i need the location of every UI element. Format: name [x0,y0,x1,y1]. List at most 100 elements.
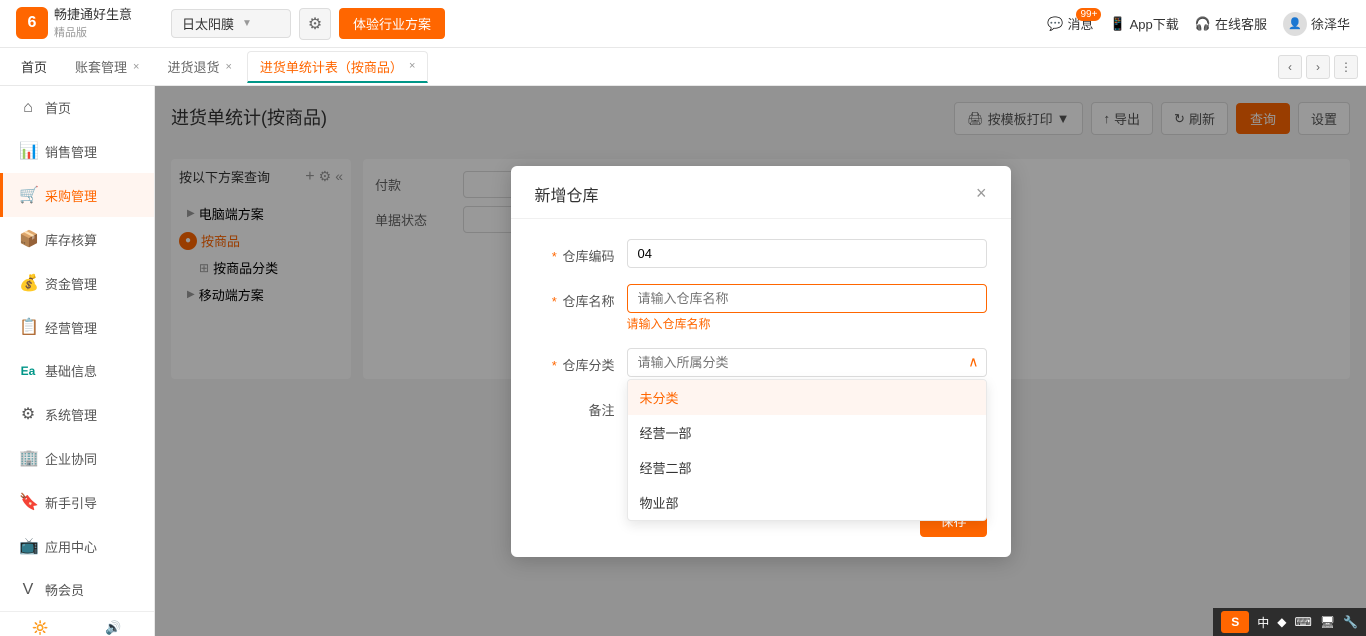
sidebar-item-basic[interactable]: Ea 基础信息 [0,349,154,392]
home-icon: ⌂ [19,99,37,117]
message-icon: 💬 [1047,16,1063,32]
tab-purchase-return-close[interactable]: × [225,61,231,73]
sidebar-item-system-label: 系统管理 [45,405,97,424]
sidebar-item-finance-label: 资金管理 [45,274,97,293]
dropdown-item-dept1[interactable]: 经营一部 [628,415,986,450]
category-label: * 仓库分类 [535,348,615,374]
category-form-row: * 仓库分类 ∧ 未分类 经营一部 经营二部 物业部 [535,348,987,377]
tab-account[interactable]: 账套管理 × [62,51,152,83]
name-label: * 仓库名称 [535,284,615,310]
sidebar-item-sales[interactable]: 📊 销售管理 [0,129,154,173]
settings-button[interactable]: ⚙ [299,8,331,40]
tab-purchase-stats-close[interactable]: × [409,60,415,72]
logo-text: 畅捷通好生意 精品版 [54,7,132,40]
taskbar-tools[interactable]: 🔧 [1343,615,1358,629]
modal-title: 新增仓库 [535,182,599,206]
appstore-icon: 📺 [19,536,37,556]
tab-menu-btn[interactable]: ⋮ [1334,55,1358,79]
store-dropdown-arrow: ▼ [242,18,252,29]
trial-button[interactable]: 体验行业方案 [339,8,445,39]
volume-btn[interactable]: 🔊 [81,620,146,636]
code-input[interactable] [627,239,987,268]
name-form-row: * 仓库名称 请输入仓库名称 [535,284,987,332]
sales-icon: 📊 [19,141,37,161]
tab-home-label: 首页 [21,57,47,76]
tab-left-btn[interactable]: ‹ [1278,55,1302,79]
tab-purchase-stats-label: 进货单统计表（按商品） [260,57,403,76]
tab-right-btn[interactable]: › [1306,55,1330,79]
modal-header: 新增仓库 × [511,166,1011,219]
header-middle: 日太阳膜 ▼ ⚙ 体验行业方案 [171,8,1047,40]
sidebar-item-finance[interactable]: 💰 资金管理 [0,261,154,305]
sidebar-item-guide-label: 新手引导 [45,493,97,512]
basic-icon: Ea [19,364,37,378]
content-area: 进货单统计(按商品) 🖨 按模板打印 ▼ ↑ 导出 ↻ 刷新 查询 设置 [155,86,1366,636]
sidebar-item-inventory[interactable]: 📦 库存核算 [0,217,154,261]
tab-purchase-return-label: 进货退货 [167,57,219,76]
operations-icon: 📋 [19,317,37,337]
taskbar-monitor[interactable]: 🖥 [1320,615,1335,629]
tab-home[interactable]: 首页 [8,51,60,83]
sidebar-item-enterprise[interactable]: 🏢 企业协同 [0,436,154,480]
tab-controls: ‹ › ⋮ [1278,55,1358,79]
tab-purchase-stats[interactable]: 进货单统计表（按商品） × [247,51,428,83]
modal-overlay[interactable]: 新增仓库 × * 仓库编码 [155,86,1366,636]
main-layout: ⌂ 首页 📊 销售管理 🛒 采购管理 📦 库存核算 💰 资金管理 📋 经营管理 … [0,86,1366,636]
headset-icon: 🎧 [1195,16,1211,32]
sidebar-item-home-label: 首页 [45,98,71,117]
category-input[interactable] [627,348,987,377]
taskbar-zh[interactable]: 中 [1257,614,1269,631]
phone-icon: 📱 [1109,16,1125,32]
sidebar-item-vip-label: 畅会员 [45,580,84,599]
dropdown-item-dept2[interactable]: 经营二部 [628,450,986,485]
enterprise-icon: 🏢 [19,448,37,468]
sidebar-item-vip[interactable]: V 畅会员 [0,568,154,611]
sidebar-item-purchase-label: 采购管理 [45,186,97,205]
store-selector[interactable]: 日太阳膜 ▼ [171,9,291,38]
modal-new-warehouse: 新增仓库 × * 仓库编码 [511,166,1011,557]
code-form-row: * 仓库编码 [535,239,987,268]
sidebar-item-operations[interactable]: 📋 经营管理 [0,305,154,349]
tab-purchase-return[interactable]: 进货退货 × [154,51,244,83]
category-input-wrapper: ∧ 未分类 经营一部 经营二部 物业部 [627,348,987,377]
name-input[interactable] [627,284,987,313]
code-label: * 仓库编码 [535,239,615,265]
taskbar-keyboard[interactable]: ⌨ [1294,615,1311,629]
sidebar-item-operations-label: 经营管理 [45,318,97,337]
sidebar-item-inventory-label: 库存核算 [45,230,97,249]
sidebar: ⌂ 首页 📊 销售管理 🛒 采购管理 📦 库存核算 💰 资金管理 📋 经营管理 … [0,86,155,636]
avatar: 👤 [1283,12,1307,36]
sidebar-item-home[interactable]: ⌂ 首页 [0,86,154,129]
app-download-button[interactable]: 📱 App下载 [1109,14,1178,33]
dropdown-item-unclassified[interactable]: 未分类 [628,380,986,415]
message-button[interactable]: 💬 消息 99+ [1047,14,1093,33]
online-service-button[interactable]: 🎧 在线客服 [1195,14,1267,33]
user-menu[interactable]: 👤 徐泽华 [1283,12,1350,36]
sidebar-item-enterprise-label: 企业协同 [45,449,97,468]
name-error-msg: 请输入仓库名称 [627,315,987,332]
dropdown-item-dept3[interactable]: 物业部 [628,485,986,520]
tab-account-label: 账套管理 [75,57,127,76]
sidebar-item-appstore-label: 应用中心 [45,537,97,556]
logo-icon: 6 [16,7,48,39]
sidebar-item-purchase[interactable]: 🛒 采购管理 [0,173,154,217]
top-header: 6 畅捷通好生意 精品版 日太阳膜 ▼ ⚙ 体验行业方案 💬 消息 99+ 📱 … [0,0,1366,48]
tab-account-close[interactable]: × [133,61,139,73]
category-dropdown: 未分类 经营一部 经营二部 物业部 [627,379,987,521]
sidebar-bottom: 🔆 🔊 [0,611,154,636]
brightness-btn[interactable]: 🔆 [8,620,73,636]
sidebar-item-system[interactable]: ⚙ 系统管理 [0,392,154,436]
system-icon: ⚙ [19,404,37,424]
name-input-wrapper: 请输入仓库名称 [627,284,987,332]
header-right: 💬 消息 99+ 📱 App下载 🎧 在线客服 👤 徐泽华 [1047,12,1350,36]
sidebar-item-appstore[interactable]: 📺 应用中心 [0,524,154,568]
purchase-icon: 🛒 [19,185,37,205]
modal-close-btn[interactable]: × [976,183,987,204]
tab-bar: 首页 账套管理 × 进货退货 × 进货单统计表（按商品） × ‹ › ⋮ [0,48,1366,86]
system-taskbar: S 中 ◆ ⌨ 🖥 🔧 [1213,608,1366,636]
vip-icon: V [19,581,37,599]
taskbar-diamond: ◆ [1277,615,1286,629]
logo-area: 6 畅捷通好生意 精品版 [16,7,171,40]
sidebar-item-guide[interactable]: 🔖 新手引导 [0,480,154,524]
inventory-icon: 📦 [19,229,37,249]
